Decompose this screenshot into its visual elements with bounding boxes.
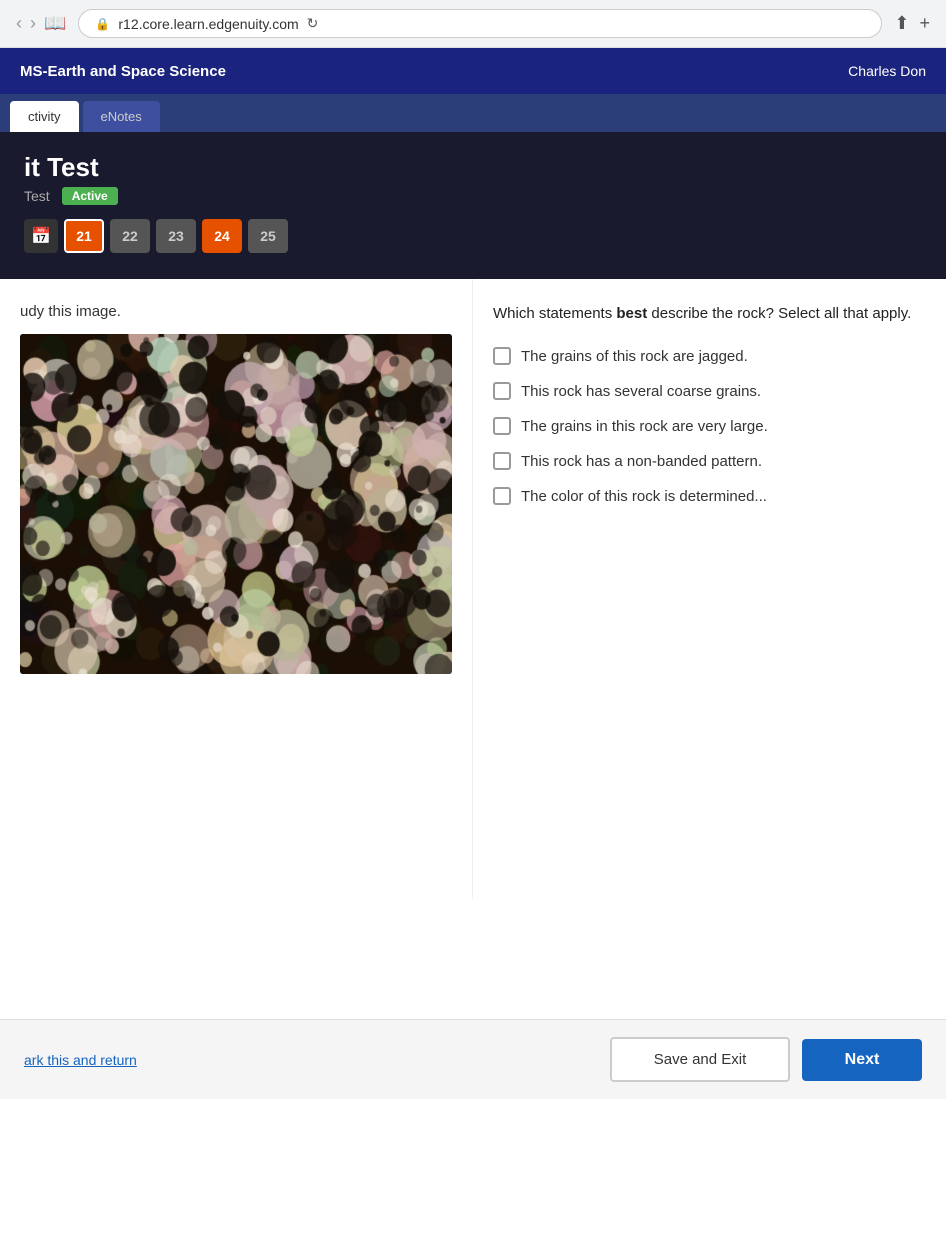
bottom-buttons: Save and Exit Next [610, 1037, 922, 1082]
share-icon[interactable]: ⬆ [894, 13, 909, 34]
checkbox-2[interactable] [493, 382, 511, 400]
q-num-25[interactable]: 25 [248, 219, 288, 253]
status-badge: Active [62, 187, 118, 205]
tab-activity[interactable]: ctivity [10, 101, 79, 132]
tabs-bar: ctivity eNotes [0, 94, 946, 132]
app-header: MS-Earth and Space Science Charles Don [0, 48, 946, 94]
q-num-23[interactable]: 23 [156, 219, 196, 253]
option-2[interactable]: This rock has several coarse grains. [493, 381, 926, 402]
browser-bar: ‹ › 📖 🔒 r12.core.learn.edgenuity.com ↻ ⬆… [0, 0, 946, 48]
mark-return-link[interactable]: ark this and return [24, 1052, 137, 1068]
q-num-22[interactable]: 22 [110, 219, 150, 253]
option-3[interactable]: The grains in this rock are very large. [493, 416, 926, 437]
option-5-text: The color of this rock is determined... [521, 486, 767, 507]
rock-image [20, 334, 452, 674]
url-text: r12.core.learn.edgenuity.com [118, 16, 298, 32]
reload-icon[interactable]: ↻ [307, 15, 319, 32]
checkbox-3[interactable] [493, 417, 511, 435]
page-title: it Test [24, 152, 922, 183]
checkbox-5[interactable] [493, 487, 511, 505]
tab-enotes[interactable]: eNotes [83, 101, 160, 132]
q-num-21[interactable]: 21 [64, 219, 104, 253]
options-list: The grains of this rock are jagged. This… [493, 346, 926, 507]
bookmark-icon[interactable]: 📖 [44, 13, 66, 34]
option-5[interactable]: The color of this rock is determined... [493, 486, 926, 507]
option-4[interactable]: This rock has a non-banded pattern. [493, 451, 926, 472]
spacer [0, 899, 946, 1019]
q-num-24[interactable]: 24 [202, 219, 242, 253]
page-content-header: it Test Test Active 📅 21 22 23 24 25 [0, 132, 946, 279]
next-button[interactable]: Next [802, 1039, 922, 1081]
question-area: udy this image. Which statements best de… [0, 279, 946, 899]
forward-button[interactable]: › [30, 13, 36, 34]
calendar-icon: 📅 [24, 219, 58, 253]
question-text: Which statements best describe the rock?… [493, 303, 926, 326]
option-1-text: The grains of this rock are jagged. [521, 346, 748, 367]
address-bar[interactable]: 🔒 r12.core.learn.edgenuity.com ↻ [78, 9, 882, 38]
add-tab-button[interactable]: + [919, 13, 930, 34]
page-subtitle-row: Test Active [24, 187, 922, 205]
app-title: MS-Earth and Space Science [20, 63, 226, 80]
question-nav: 📅 21 22 23 24 25 [24, 219, 922, 263]
save-exit-button[interactable]: Save and Exit [610, 1037, 790, 1082]
user-name: Charles Don [848, 63, 926, 79]
page-subtitle: Test [24, 188, 50, 204]
option-2-text: This rock has several coarse grains. [521, 381, 761, 402]
checkbox-4[interactable] [493, 452, 511, 470]
option-1[interactable]: The grains of this rock are jagged. [493, 346, 926, 367]
browser-nav: ‹ › 📖 [16, 13, 66, 34]
option-3-text: The grains in this rock are very large. [521, 416, 768, 437]
question-left-panel: udy this image. [0, 279, 473, 899]
option-4-text: This rock has a non-banded pattern. [521, 451, 762, 472]
checkbox-1[interactable] [493, 347, 511, 365]
lock-icon: 🔒 [95, 17, 110, 31]
question-right-panel: Which statements best describe the rock?… [473, 279, 946, 899]
study-instruction: udy this image. [20, 303, 452, 320]
back-button[interactable]: ‹ [16, 13, 22, 34]
bottom-bar: ark this and return Save and Exit Next [0, 1019, 946, 1099]
browser-actions: ⬆ + [894, 13, 930, 34]
